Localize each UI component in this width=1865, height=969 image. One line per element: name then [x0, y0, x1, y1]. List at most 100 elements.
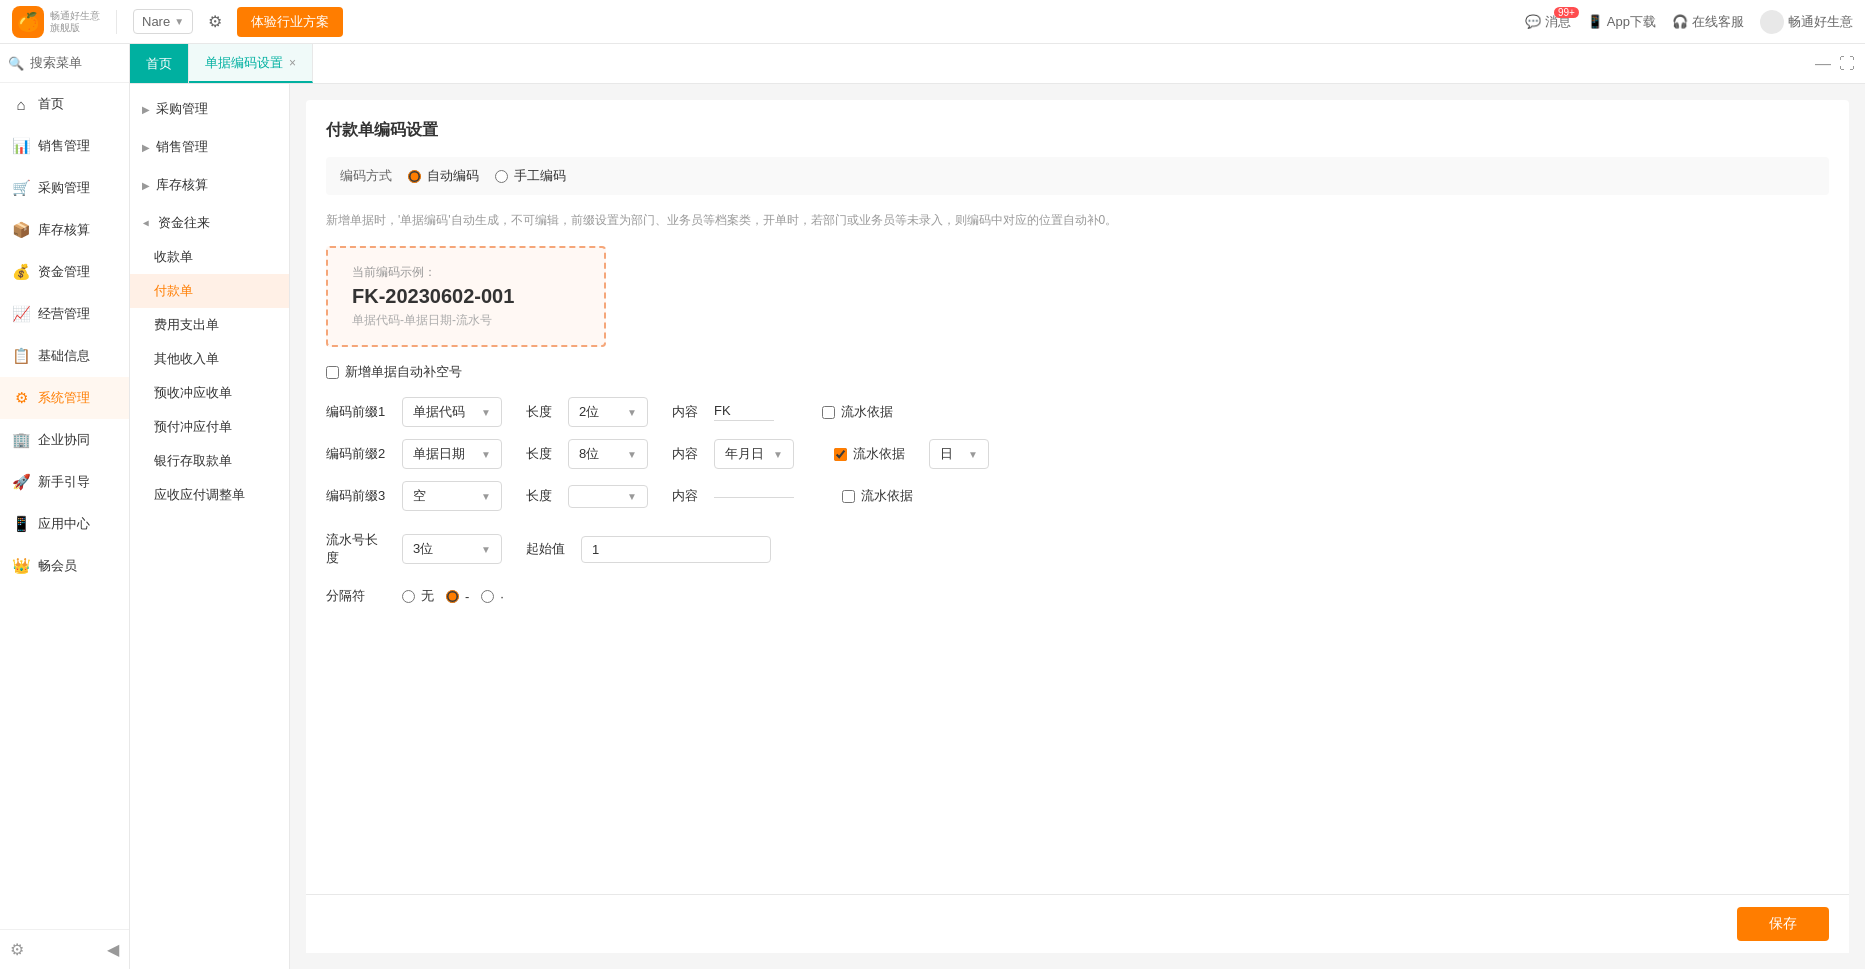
submenu-item-adjust[interactable]: 应收应付调整单: [130, 478, 289, 512]
message-icon: 💬: [1525, 14, 1541, 29]
manual-code-radio[interactable]: [495, 170, 508, 183]
submenu-item-advance-payment[interactable]: 预付冲应付单: [130, 410, 289, 444]
brand-icon: 🍊: [12, 6, 44, 38]
separator-dot-radio[interactable]: [481, 590, 494, 603]
prefix1-stream-checkbox[interactable]: [822, 406, 835, 419]
tab-close-icon[interactable]: ×: [289, 56, 296, 70]
start-value-input[interactable]: [581, 536, 771, 563]
sidebar-item-sales[interactable]: 📊 销售管理: [0, 125, 129, 167]
submenu-header-inventory[interactable]: ▶ 库存核算: [130, 168, 289, 202]
submenu-item-expense[interactable]: 费用支出单: [130, 308, 289, 342]
separator-dot-label[interactable]: ·: [481, 589, 504, 604]
tab-home[interactable]: 首页: [130, 44, 189, 83]
prefix3-stream-checkbox[interactable]: [842, 490, 855, 503]
company-selector[interactable]: Nare ▼: [133, 9, 193, 34]
prefix3-select[interactable]: 空 ▼: [402, 481, 502, 511]
message-button[interactable]: 💬 消息 99+: [1525, 13, 1571, 31]
serial-length-select[interactable]: 3位 ▼: [402, 534, 502, 564]
code-example-value: FK-20230602-001: [352, 285, 580, 308]
chevron-down-icon2: ▼: [141, 218, 152, 228]
top-bar-right: 💬 消息 99+ 📱 App下载 🎧 在线客服 畅通好生意: [1525, 10, 1853, 34]
prefix2-stream-arrow-icon: ▼: [968, 449, 978, 460]
prefix1-select[interactable]: 单据代码 ▼: [402, 397, 502, 427]
user-profile[interactable]: 畅通好生意: [1760, 10, 1853, 34]
code-example-box: 当前编码示例： FK-20230602-001 单据代码-单据日期-流水号: [326, 246, 606, 347]
bottom-bar: 保存: [306, 894, 1849, 953]
inventory-icon: 📦: [12, 221, 30, 239]
manual-code-radio-label[interactable]: 手工编码: [495, 167, 566, 185]
prefix1-content-label: 内容: [672, 403, 698, 421]
sidebar-item-home[interactable]: ⌂ 首页: [0, 83, 129, 125]
newguide-icon: 🚀: [12, 473, 30, 491]
auto-code-radio[interactable]: [408, 170, 421, 183]
auto-fill-checkbox-label[interactable]: 新增单据自动补空号: [326, 363, 462, 381]
submenu-item-bank[interactable]: 银行存取款单: [130, 444, 289, 478]
prefix1-length-label: 长度: [526, 403, 552, 421]
auto-fill-checkbox[interactable]: [326, 366, 339, 379]
chevron-right-icon3: ▶: [142, 180, 150, 191]
sidebar-item-capital[interactable]: 💰 资金管理: [0, 251, 129, 293]
sales-icon: 📊: [12, 137, 30, 155]
submenu-item-payment[interactable]: 付款单: [130, 274, 289, 308]
sidebar-item-operations[interactable]: 📈 经营管理: [0, 293, 129, 335]
prefix2-stream-checkbox[interactable]: [834, 448, 847, 461]
notice-text: 新增单据时，'单据编码'自动生成，不可编辑，前缀设置为部门、业务员等档案类，开单…: [326, 211, 1829, 230]
submenu-item-other-income[interactable]: 其他收入单: [130, 342, 289, 376]
prefix3-label: 编码前缀3: [326, 487, 386, 505]
chevron-right-icon2: ▶: [142, 142, 150, 153]
save-button[interactable]: 保存: [1737, 907, 1829, 941]
prefix1-arrow-icon: ▼: [481, 407, 491, 418]
auto-code-radio-label[interactable]: 自动编码: [408, 167, 479, 185]
chevron-down-icon: ▼: [174, 16, 184, 27]
submenu-header-purchase[interactable]: ▶ 采购管理: [130, 92, 289, 126]
sidebar-item-newguide[interactable]: 🚀 新手引导: [0, 461, 129, 503]
sidebar-item-appcenter[interactable]: 📱 应用中心: [0, 503, 129, 545]
prefix2-stream-select[interactable]: 日 ▼: [929, 439, 989, 469]
search-menu-button[interactable]: 🔍 搜索菜单: [0, 44, 129, 83]
prefix1-content-value: FK: [714, 403, 774, 421]
sidebar-item-inventory[interactable]: 📦 库存核算: [0, 209, 129, 251]
member-icon: 👑: [12, 557, 30, 575]
separator-dash-radio[interactable]: [446, 590, 459, 603]
prefix2-length-select[interactable]: 8位 ▼: [568, 439, 648, 469]
separator-none-radio[interactable]: [402, 590, 415, 603]
tab-encoding-settings[interactable]: 单据编码设置 ×: [189, 44, 313, 83]
prefix2-content-select[interactable]: 年月日 ▼: [714, 439, 794, 469]
sidebar-item-member[interactable]: 👑 畅会员: [0, 545, 129, 587]
prefix1-row: 编码前缀1 单据代码 ▼ 长度 2位 ▼ 内容 FK: [326, 397, 1829, 427]
prefix3-length-select[interactable]: ▼: [568, 485, 648, 508]
collapse-button[interactable]: ◀: [107, 940, 119, 959]
code-example-label: 当前编码示例：: [352, 264, 580, 281]
tab-maximize-button[interactable]: ⛶: [1839, 55, 1855, 73]
prefix1-length-select[interactable]: 2位 ▼: [568, 397, 648, 427]
prefix3-stream-label[interactable]: 流水依据: [842, 487, 913, 505]
prefix1-stream-label[interactable]: 流水依据: [822, 403, 893, 421]
sidebar-item-system[interactable]: ⚙ 系统管理: [0, 377, 129, 419]
submenu-group-sales: ▶ 销售管理: [130, 130, 289, 164]
submenu-header-capital[interactable]: ▼ 资金往来: [130, 206, 289, 240]
page-content: ▶ 采购管理 ▶ 销售管理 ▶ 库存核算: [130, 84, 1865, 969]
submenu-item-advance-receipt[interactable]: 预收冲应收单: [130, 376, 289, 410]
tab-minimize-button[interactable]: —: [1815, 55, 1831, 73]
online-service-button[interactable]: 🎧 在线客服: [1672, 13, 1744, 31]
industry-button[interactable]: 体验行业方案: [237, 7, 343, 37]
separator-dash-label[interactable]: -: [446, 589, 469, 604]
appcenter-icon: 📱: [12, 515, 30, 533]
top-bar-left: 🍊 畅通好生意 旗舰版 Nare ▼ ⚙ 体验行业方案: [12, 6, 343, 38]
submenu-group-inventory: ▶ 库存核算: [130, 168, 289, 202]
sidebar-item-enterprise[interactable]: 🏢 企业协同: [0, 419, 129, 461]
settings-button[interactable]: ⚙: [201, 8, 229, 36]
prefix2-length-label: 长度: [526, 445, 552, 463]
enterprise-icon: 🏢: [12, 431, 30, 449]
separator-none-label[interactable]: 无: [402, 587, 434, 605]
submenu-item-receipt[interactable]: 收款单: [130, 240, 289, 274]
sidebar-item-purchase[interactable]: 🛒 采购管理: [0, 167, 129, 209]
prefix2-stream-label[interactable]: 流水依据: [834, 445, 905, 463]
prefix2-select[interactable]: 单据日期 ▼: [402, 439, 502, 469]
sidebar-item-base[interactable]: 📋 基础信息: [0, 335, 129, 377]
submenu-header-sales[interactable]: ▶ 销售管理: [130, 130, 289, 164]
app-download-button[interactable]: 📱 App下载: [1587, 13, 1656, 31]
settings-bottom-button[interactable]: ⚙: [10, 940, 24, 959]
prefix3-length-label: 长度: [526, 487, 552, 505]
chevron-right-icon: ▶: [142, 104, 150, 115]
